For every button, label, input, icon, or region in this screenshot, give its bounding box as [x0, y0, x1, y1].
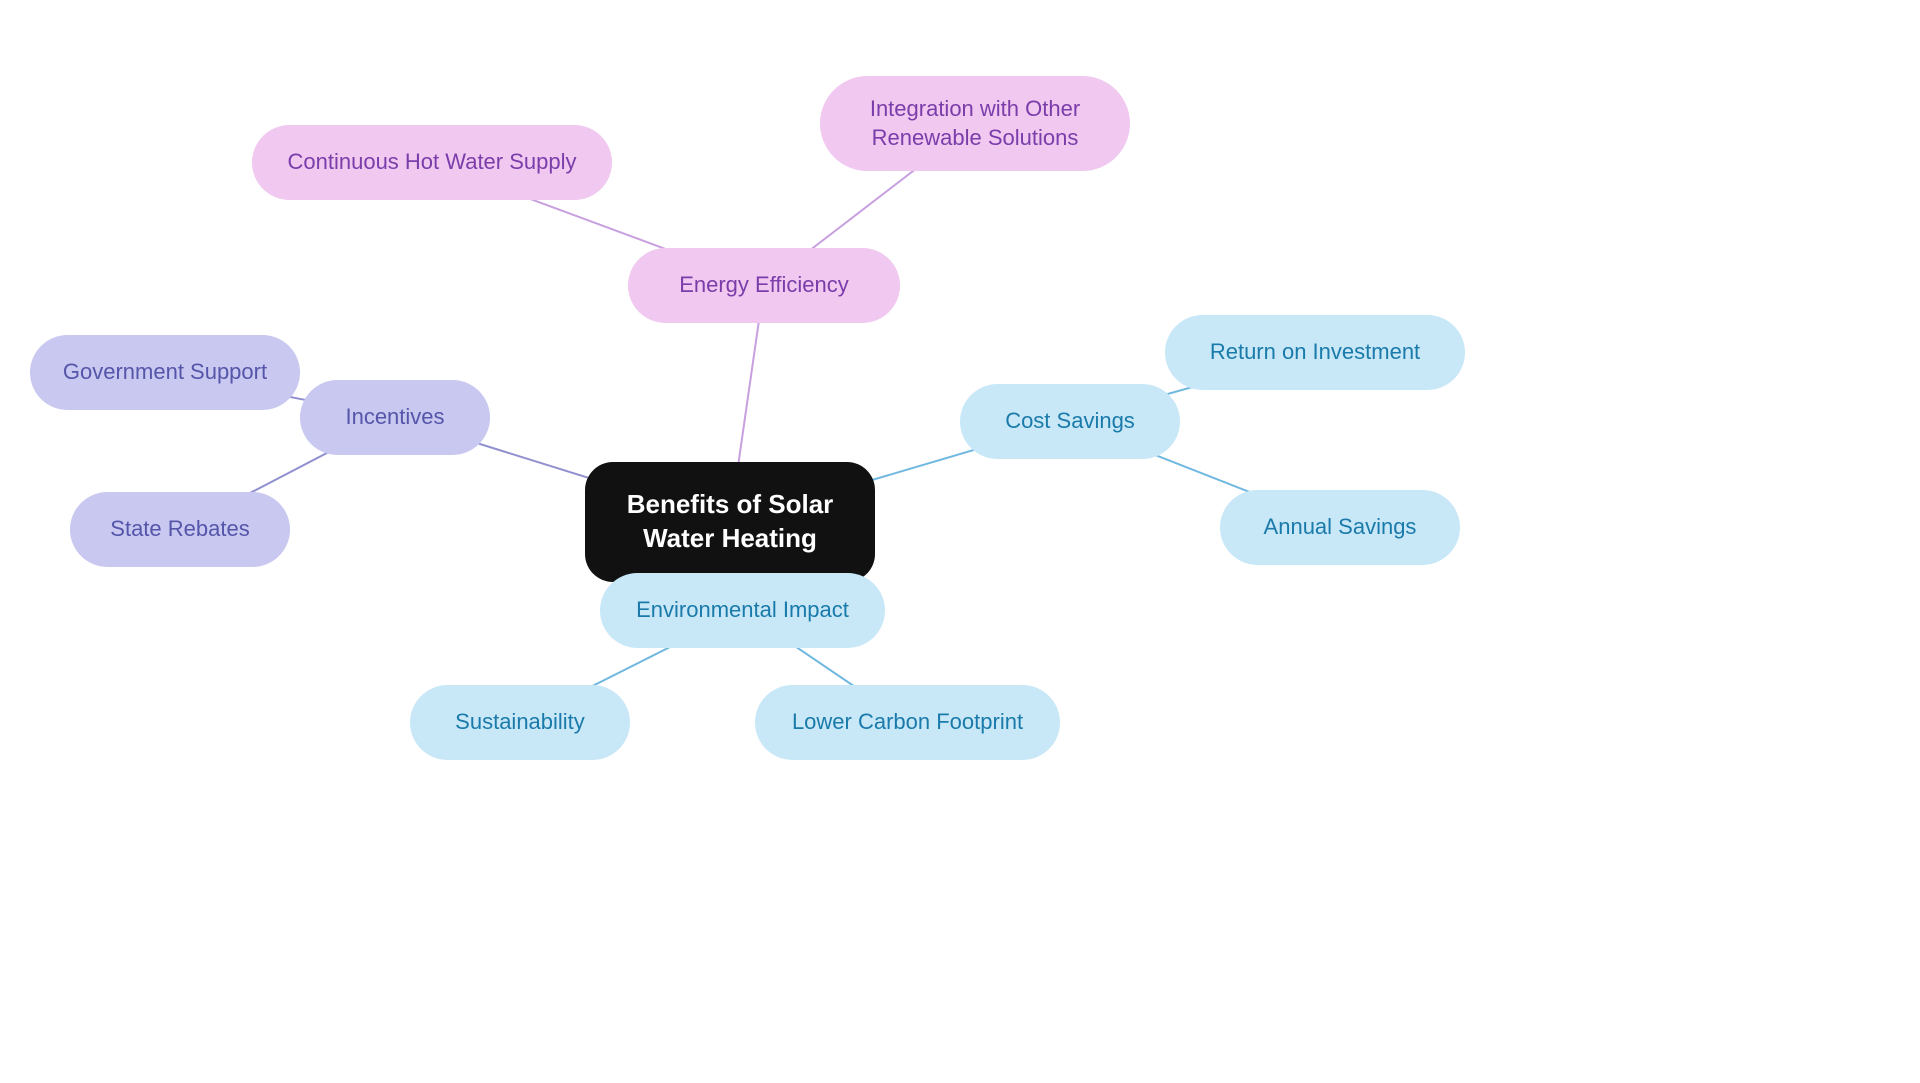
annual-savings-label: Annual Savings	[1264, 513, 1417, 542]
continuous-hot-water-node: Continuous Hot Water Supply	[252, 125, 612, 200]
environmental-impact-node: Environmental Impact	[600, 573, 885, 648]
government-support-node: Government Support	[30, 335, 300, 410]
cost-savings-node: Cost Savings	[960, 384, 1180, 459]
integration-node: Integration with Other Renewable Solutio…	[820, 76, 1130, 171]
government-support-label: Government Support	[63, 358, 267, 387]
environmental-impact-label: Environmental Impact	[636, 596, 849, 625]
continuous-hot-water-label: Continuous Hot Water Supply	[288, 148, 577, 177]
center-node-label: Benefits of Solar Water Heating	[609, 488, 851, 556]
lower-carbon-label: Lower Carbon Footprint	[792, 708, 1023, 737]
center-node: Benefits of Solar Water Heating	[585, 462, 875, 582]
state-rebates-node: State Rebates	[70, 492, 290, 567]
integration-label: Integration with Other Renewable Solutio…	[844, 95, 1106, 152]
sustainability-node: Sustainability	[410, 685, 630, 760]
incentives-label: Incentives	[345, 403, 444, 432]
energy-efficiency-node: Energy Efficiency	[628, 248, 900, 323]
sustainability-label: Sustainability	[455, 708, 585, 737]
return-on-investment-label: Return on Investment	[1210, 338, 1420, 367]
incentives-node: Incentives	[300, 380, 490, 455]
return-on-investment-node: Return on Investment	[1165, 315, 1465, 390]
lower-carbon-node: Lower Carbon Footprint	[755, 685, 1060, 760]
annual-savings-node: Annual Savings	[1220, 490, 1460, 565]
cost-savings-label: Cost Savings	[1005, 407, 1135, 436]
state-rebates-label: State Rebates	[110, 515, 249, 544]
energy-efficiency-label: Energy Efficiency	[679, 271, 849, 300]
